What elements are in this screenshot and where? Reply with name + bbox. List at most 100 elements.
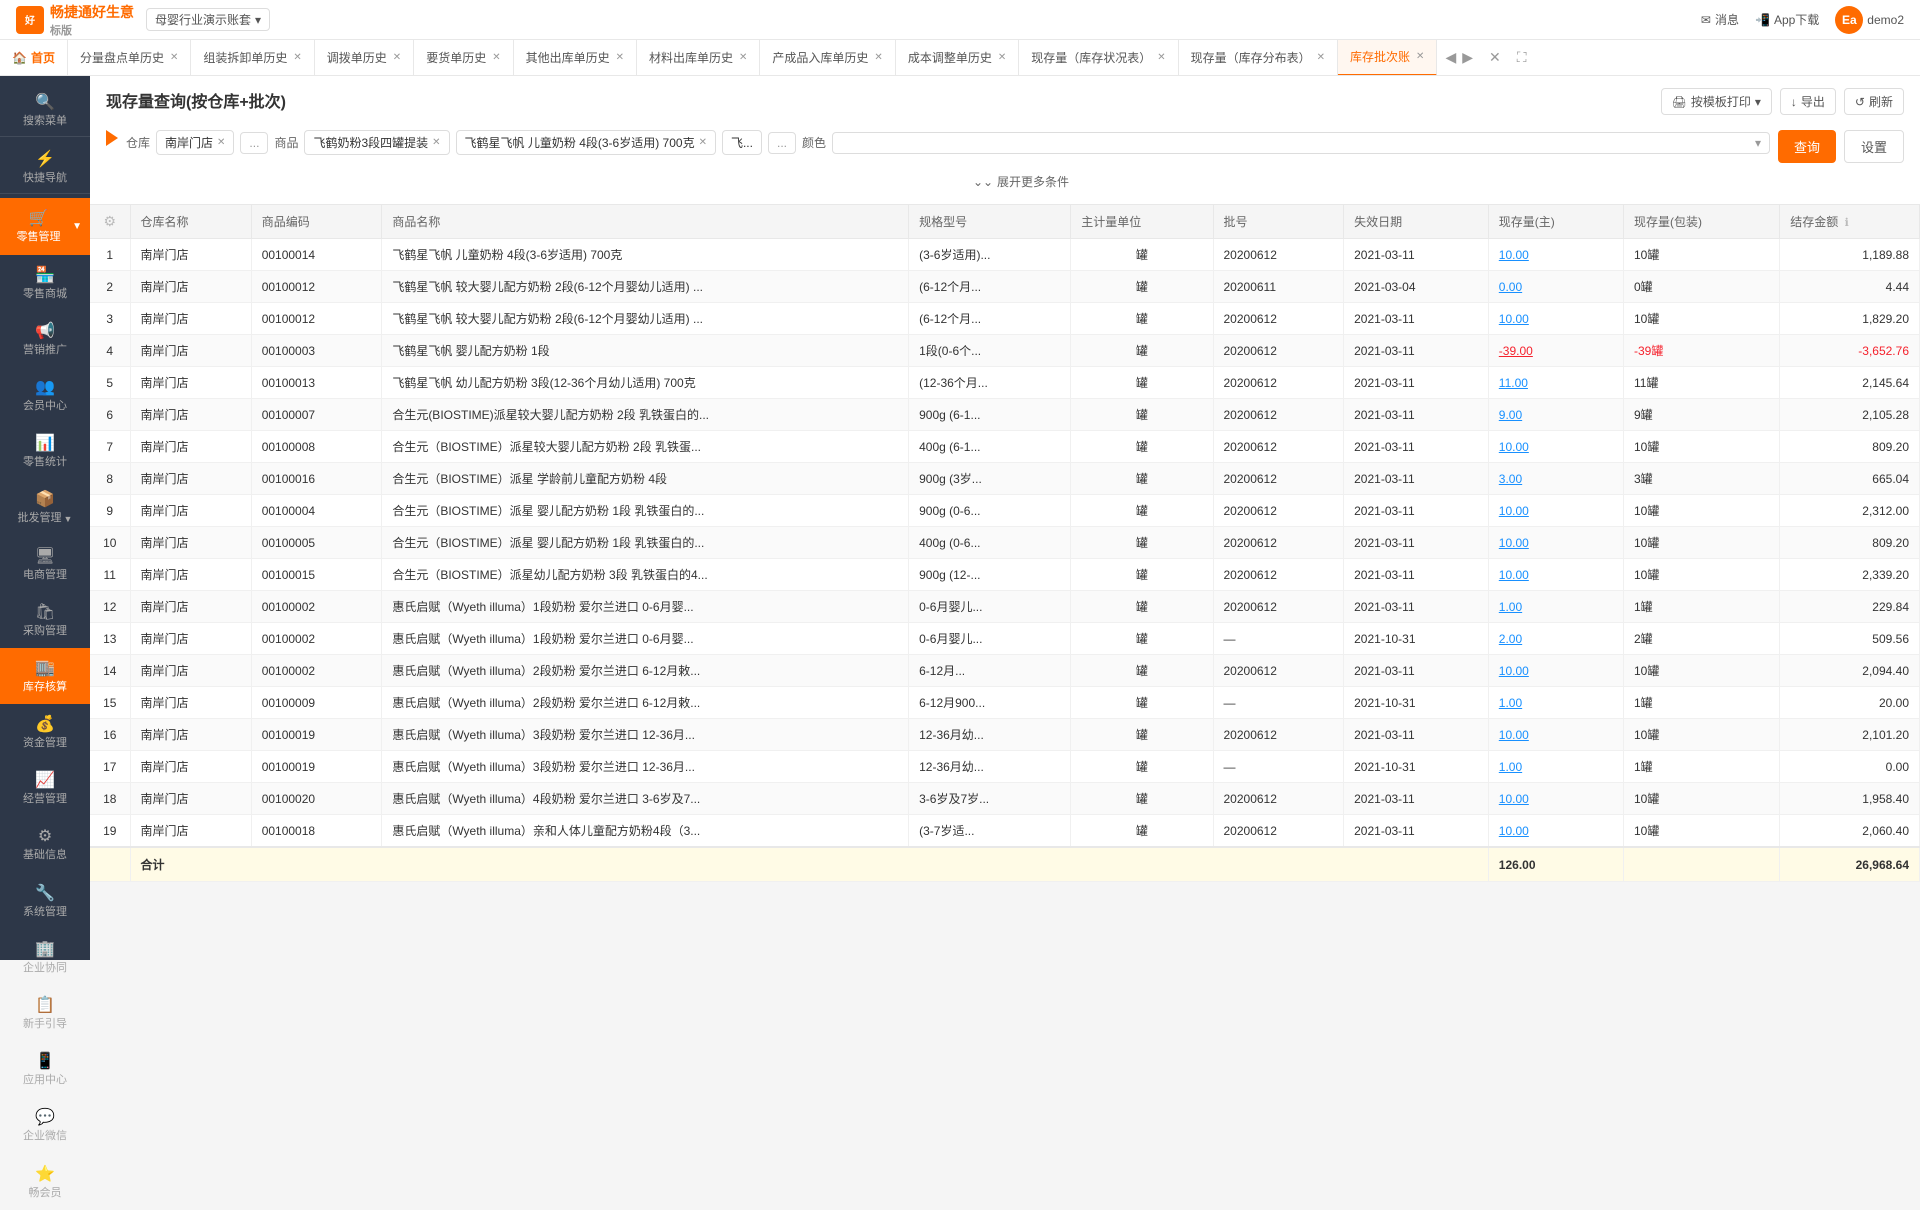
warehouse-tag-close[interactable]: ✕ xyxy=(217,137,225,148)
product-tag-1[interactable]: 飞鹤奶粉3段四罐提装 ✕ xyxy=(304,130,449,155)
query-btn[interactable]: 查询 xyxy=(1778,130,1836,163)
tab-tiaobo[interactable]: 调拨单历史 ✕ xyxy=(315,40,414,76)
sidebar-item-newguide[interactable]: 📋 新手引导 xyxy=(0,985,90,1041)
cell-stock-main[interactable]: 10.00 xyxy=(1488,527,1623,559)
filter-expand-arrow[interactable] xyxy=(106,130,118,146)
cell-stock-main[interactable]: 9.00 xyxy=(1488,399,1623,431)
sidebar-item-retail-shop[interactable]: 🏪 零售商城 xyxy=(0,255,90,311)
tab-close-pipici[interactable]: ✕ xyxy=(1416,51,1424,62)
cell-warehouse: 南岸门店 xyxy=(130,591,251,623)
tab-close-qita[interactable]: ✕ xyxy=(616,52,624,63)
tab-close-cailiao[interactable]: ✕ xyxy=(739,52,747,63)
cell-balance: -3,652.76 xyxy=(1780,335,1920,367)
sidebar-item-enterprise[interactable]: 🏢 企业协同 xyxy=(0,929,90,985)
cell-stock-main[interactable]: -39.00 xyxy=(1488,335,1623,367)
cell-name: 飞鹤星飞帆 儿童奶粉 4段(3-6岁适用) 700克 xyxy=(382,239,909,271)
table-row: 2 南岸门店 00100012 飞鹤星飞帆 较大婴儿配方奶粉 2段(6-12个月… xyxy=(90,271,1920,303)
tab-close-tiaobo[interactable]: ✕ xyxy=(393,52,401,63)
sidebar-item-system[interactable]: 🔧 系统管理 xyxy=(0,873,90,929)
nav-expand-icon[interactable]: ⛶ xyxy=(1509,49,1535,66)
tab-close-chengben[interactable]: ✕ xyxy=(998,52,1006,63)
export-btn[interactable]: ↓ 导出 xyxy=(1780,88,1836,115)
sidebar-item-vip[interactable]: ⭐ 畅会员 xyxy=(0,1154,90,1210)
sidebar-item-shortcut[interactable]: ⚡ 快捷导航 xyxy=(0,141,90,194)
tab-close-xianzai1[interactable]: ✕ xyxy=(1157,52,1165,63)
expand-more-btn[interactable]: ⌄⌄ 展开更多条件 xyxy=(973,167,1069,196)
sidebar-item-search[interactable]: 🔍 搜索菜单 xyxy=(0,84,90,137)
sidebar-item-retail[interactable]: 🛒 零售管理 ▼ xyxy=(0,198,90,254)
product-more-btn[interactable]: ... xyxy=(768,132,796,154)
cell-stock-main[interactable]: 11.00 xyxy=(1488,367,1623,399)
sidebar-item-wechat[interactable]: 💬 企业微信 xyxy=(0,1097,90,1153)
table-row: 17 南岸门店 00100019 惠氏启赋（Wyeth illuma）3段奶粉 … xyxy=(90,751,1920,783)
nav-prev-arrow[interactable]: ◀ xyxy=(1443,47,1458,68)
cell-stock-main[interactable]: 10.00 xyxy=(1488,495,1623,527)
tab-chengpin[interactable]: 产成品入库单历史 ✕ xyxy=(760,40,895,76)
sidebar-item-inventory[interactable]: 🏬 库存核算 xyxy=(0,648,90,704)
column-settings-icon[interactable]: ⚙ xyxy=(103,213,116,229)
tab-close-chengpin[interactable]: ✕ xyxy=(874,52,882,63)
user-area[interactable]: Ea demo2 xyxy=(1835,6,1904,34)
product-tag-more[interactable]: 飞... xyxy=(722,130,762,155)
cell-stock-main[interactable]: 1.00 xyxy=(1488,687,1623,719)
tab-qita[interactable]: 其他出库单历史 ✕ xyxy=(514,40,637,76)
cell-stock-main[interactable]: 2.00 xyxy=(1488,623,1623,655)
tab-fenpan[interactable]: 分量盘点单历史 ✕ xyxy=(68,40,191,76)
balance-info-icon[interactable]: ℹ xyxy=(1845,217,1849,229)
message-btn[interactable]: ✉ 消息 xyxy=(1701,11,1739,28)
tab-close-fenpan[interactable]: ✕ xyxy=(170,52,178,63)
product-tag-2[interactable]: 飞鹤星飞帆 儿童奶粉 4段(3-6岁适用) 700克 ✕ xyxy=(456,130,716,155)
main-layout: 🔍 搜索菜单 ⚡ 快捷导航 🛒 零售管理 ▼ 🏪 零售商城 📢 营销推广 👥 会… xyxy=(0,76,1920,960)
tab-chengben[interactable]: 成本调整单历史 ✕ xyxy=(896,40,1019,76)
tab-close-xianzai2[interactable]: ✕ xyxy=(1317,52,1325,63)
tab-yaohuo[interactable]: 要货单历史 ✕ xyxy=(414,40,513,76)
cell-stock-main[interactable]: 10.00 xyxy=(1488,719,1623,751)
sidebar-item-business[interactable]: 📈 经营管理 xyxy=(0,760,90,816)
cell-stock-main[interactable]: 10.00 xyxy=(1488,303,1623,335)
tab-close-yaohuo[interactable]: ✕ xyxy=(492,52,500,63)
template-print-btn[interactable]: 🖨 按模板打印 ▾ xyxy=(1661,88,1772,115)
cell-stock-main[interactable]: 3.00 xyxy=(1488,463,1623,495)
cell-stock-main[interactable]: 1.00 xyxy=(1488,591,1623,623)
tab-xianzai1[interactable]: 现存量（库存状况表） ✕ xyxy=(1019,40,1178,76)
nav-close-all[interactable]: ✕ xyxy=(1481,49,1509,66)
cell-stock-main[interactable]: 10.00 xyxy=(1488,655,1623,687)
color-select[interactable]: ▾ xyxy=(832,132,1770,154)
sidebar-item-basic[interactable]: ⚙ 基础信息 xyxy=(0,816,90,872)
cell-name: 惠氏启赋（Wyeth illuma）4段奶粉 爱尔兰进口 3-6岁及7... xyxy=(382,783,909,815)
cell-code: 00100003 xyxy=(251,335,382,367)
product-tag-1-close[interactable]: ✕ xyxy=(432,137,440,148)
cell-stock-main[interactable]: 1.00 xyxy=(1488,751,1623,783)
tab-home[interactable]: 🏠 首页 xyxy=(0,40,68,76)
refresh-btn[interactable]: ↺ 刷新 xyxy=(1844,88,1904,115)
cell-warehouse: 南岸门店 xyxy=(130,719,251,751)
tab-zuhe[interactable]: 组装拆卸单历史 ✕ xyxy=(191,40,314,76)
cell-stock-main[interactable]: 10.00 xyxy=(1488,559,1623,591)
warehouse-more-btn[interactable]: ... xyxy=(240,132,268,154)
nav-next-arrow[interactable]: ▶ xyxy=(1460,47,1475,68)
sidebar-item-batch[interactable]: 📦 批发管理 ▼ xyxy=(0,479,90,535)
sidebar-item-marketing[interactable]: 📢 营销推广 xyxy=(0,311,90,367)
sidebar-item-finance[interactable]: 💰 资金管理 xyxy=(0,704,90,760)
cell-stock-main[interactable]: 10.00 xyxy=(1488,783,1623,815)
tab-cailiao[interactable]: 材料出库单历史 ✕ xyxy=(637,40,760,76)
settings-btn[interactable]: 设置 xyxy=(1844,130,1904,163)
tab-xianzai2[interactable]: 现存量（库存分布表） ✕ xyxy=(1179,40,1338,76)
sidebar-item-ecommerce[interactable]: 🖥 电商管理 xyxy=(0,536,90,592)
sidebar-item-appcenter[interactable]: 📱 应用中心 xyxy=(0,1041,90,1097)
product-tag-2-close[interactable]: ✕ xyxy=(699,137,707,148)
warehouse-filter-tag[interactable]: 南岸门店 ✕ xyxy=(156,130,234,155)
sidebar-item-member[interactable]: 👥 会员中心 xyxy=(0,367,90,423)
tab-close-zuhe[interactable]: ✕ xyxy=(293,52,301,63)
cell-stock-main[interactable]: 10.00 xyxy=(1488,431,1623,463)
industry-select[interactable]: 母婴行业演示账套 ▾ xyxy=(146,8,270,31)
cell-stock-main[interactable]: 10.00 xyxy=(1488,815,1623,848)
tab-pipici[interactable]: 库存批次账 ✕ xyxy=(1338,40,1437,76)
sidebar-item-purchase[interactable]: 🛍 采购管理 xyxy=(0,592,90,648)
page-header-top: 现存量查询(按仓库+批次) 🖨 按模板打印 ▾ ↓ 导出 ↺ 刷新 xyxy=(106,88,1904,122)
cell-stock-main[interactable]: 0.00 xyxy=(1488,271,1623,303)
cell-balance: 2,339.20 xyxy=(1780,559,1920,591)
app-download-btn[interactable]: 📲 App下载 xyxy=(1755,11,1819,28)
sidebar-item-retail-stats[interactable]: 📊 零售统计 xyxy=(0,423,90,479)
cell-stock-main[interactable]: 10.00 xyxy=(1488,239,1623,271)
